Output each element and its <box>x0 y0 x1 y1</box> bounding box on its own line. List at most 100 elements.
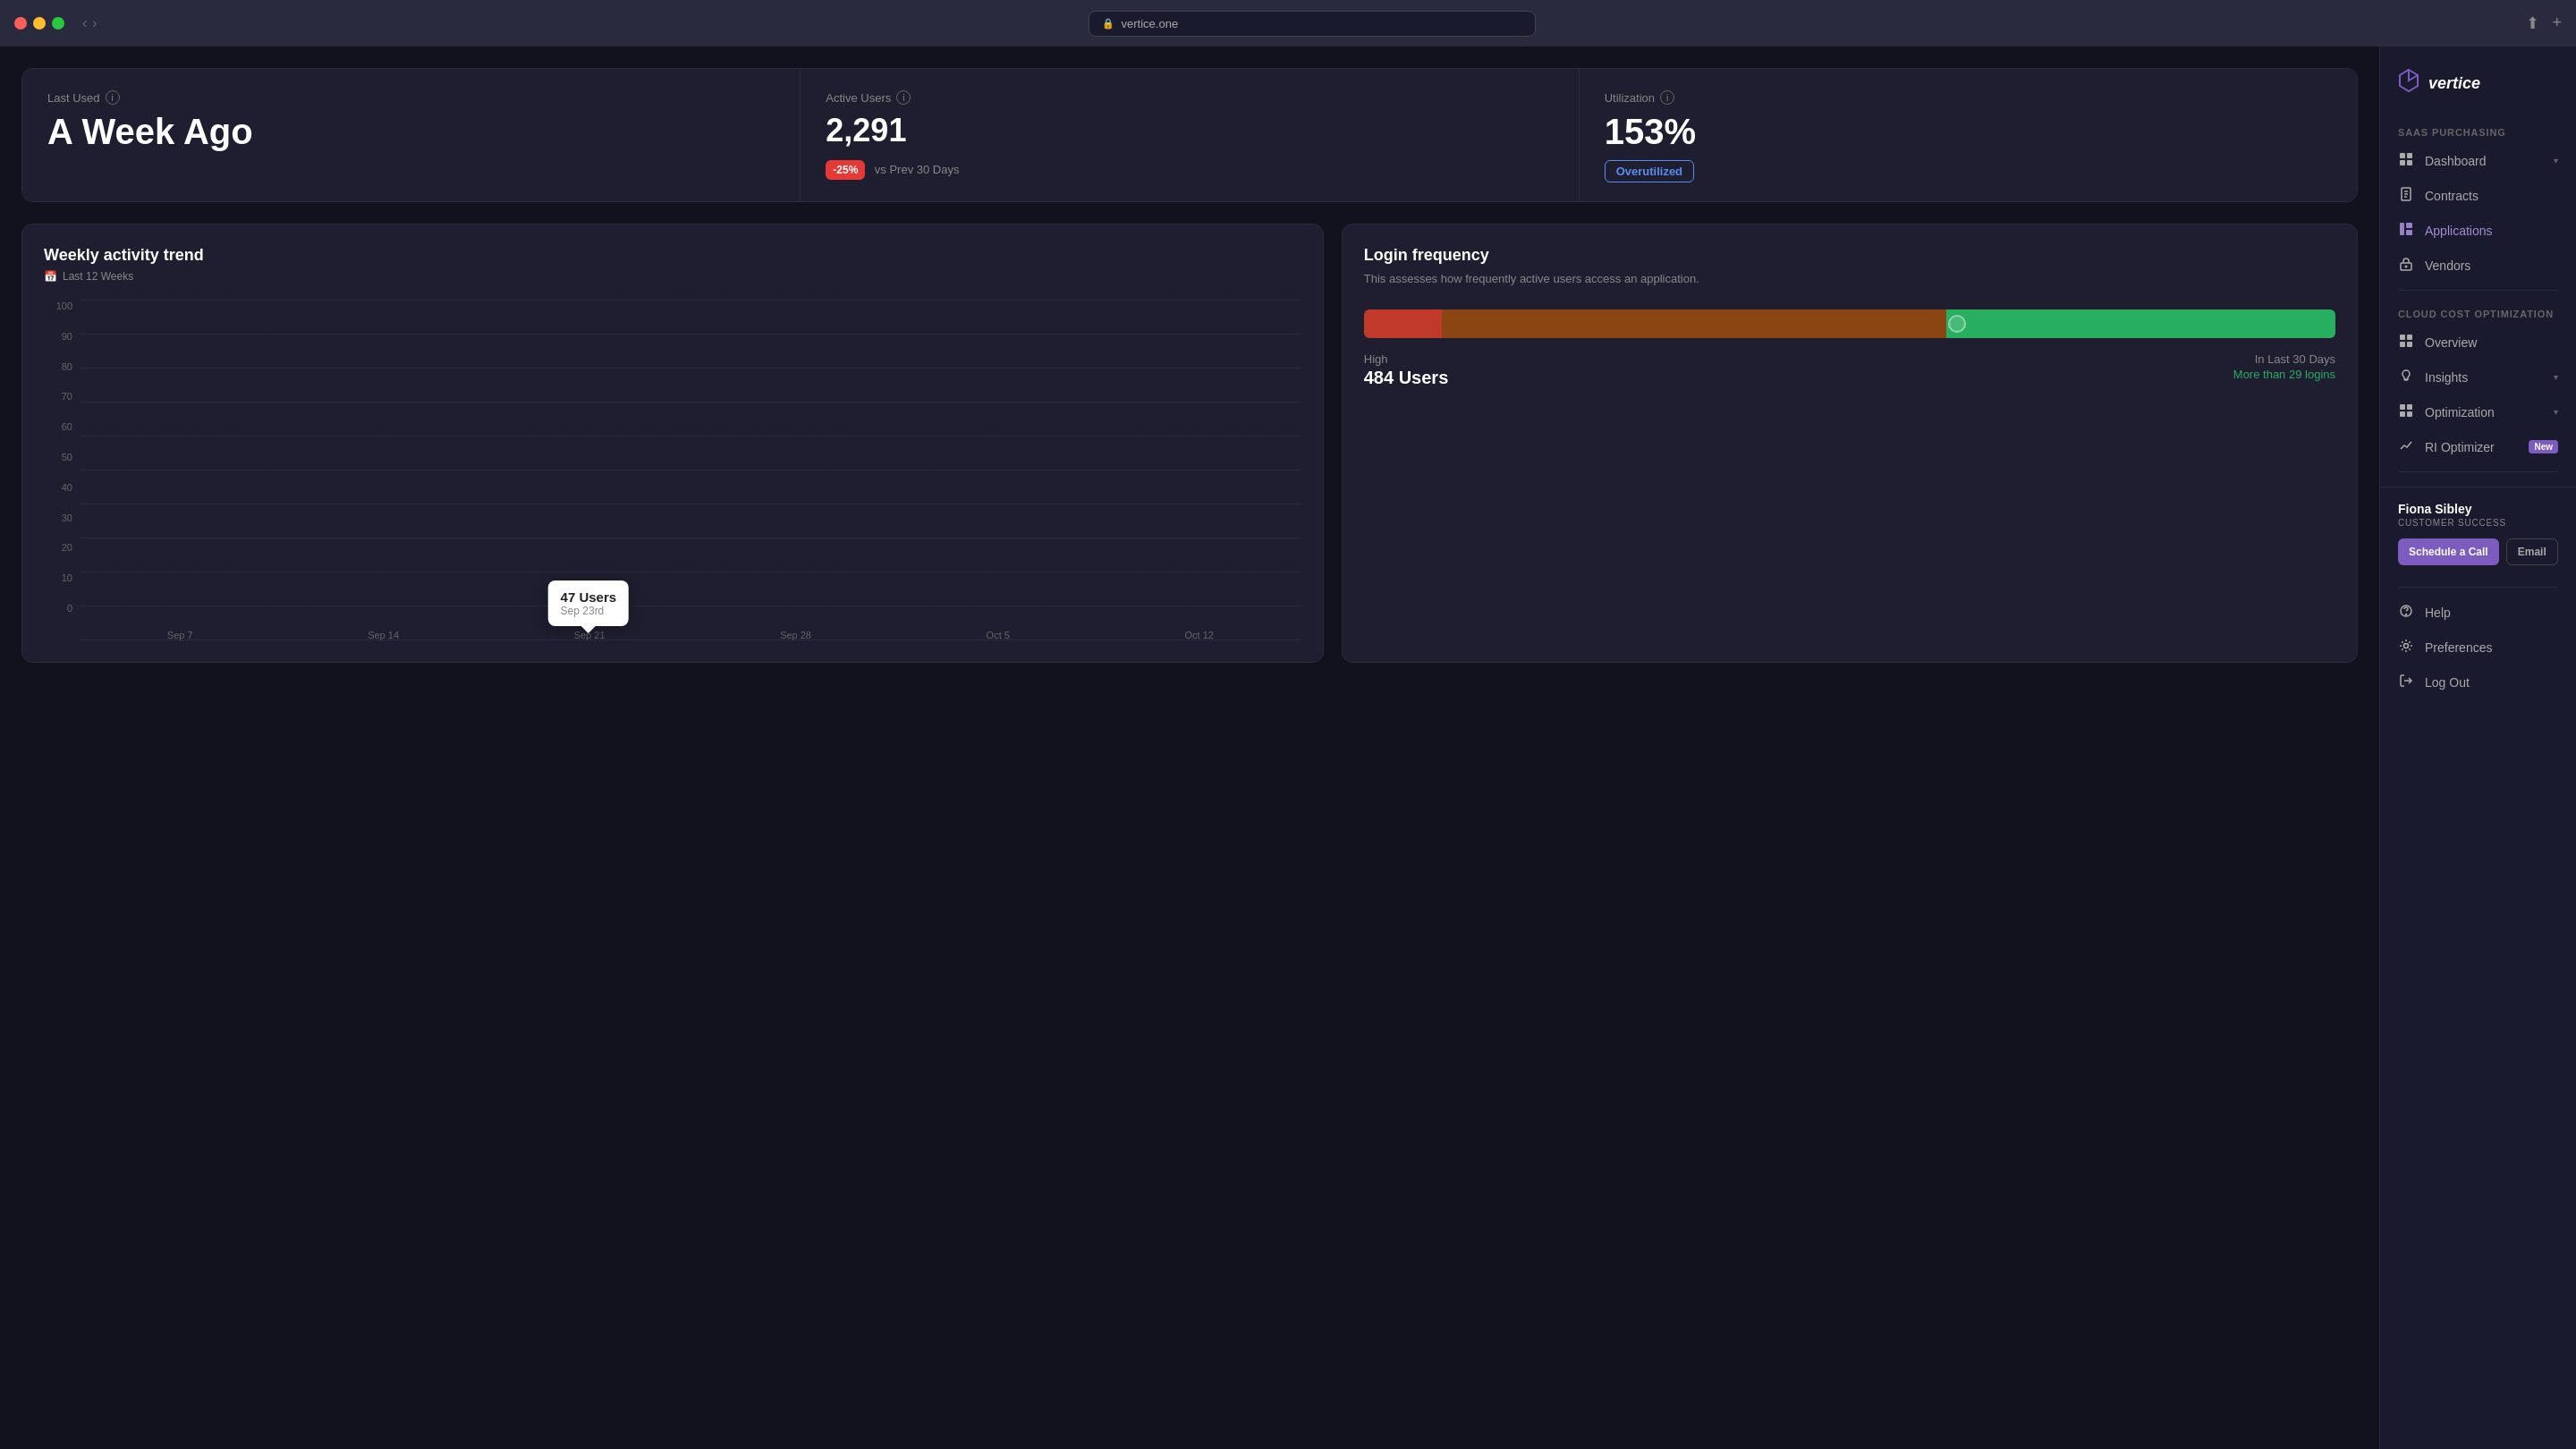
ri-optimizer-icon <box>2398 438 2414 455</box>
x-label-sep21: Sep 21 <box>574 630 606 640</box>
chart-container: 100 90 80 70 60 50 40 30 20 10 0 <box>44 301 1301 640</box>
utilization-value: 153% <box>1605 112 2332 152</box>
sidebar-item-optimization[interactable]: Optimization ▾ <box>2380 394 2576 429</box>
x-axis: Sep 7 Sep 14 Sep 21 Sep 28 Oct 5 Oct 12 <box>80 630 1301 640</box>
sidebar-item-contracts-label: Contracts <box>2425 189 2558 203</box>
help-icon <box>2398 604 2414 621</box>
sidebar-item-insights[interactable]: Insights ▾ <box>2380 360 2576 394</box>
svg-point-23 <box>2406 614 2407 615</box>
insights-icon <box>2398 369 2414 386</box>
sidebar-item-dashboard[interactable]: Dashboard ▾ <box>2380 143 2576 178</box>
sidebar-item-preferences-label: Preferences <box>2425 640 2558 655</box>
stats-row: Last Used i A Week Ago Active Users i 2,… <box>21 68 2358 202</box>
svg-rect-13 <box>2400 335 2405 340</box>
active-users-card: Active Users i 2,291 -25% vs Prev 30 Day… <box>801 69 1579 201</box>
insights-chevron: ▾ <box>2554 372 2558 382</box>
optimization-icon <box>2398 403 2414 420</box>
sidebar-item-logout[interactable]: Log Out <box>2380 665 2576 699</box>
minimize-button[interactable] <box>33 17 46 30</box>
new-tab-icon[interactable]: + <box>2552 13 2562 33</box>
freq-segment-red <box>1364 309 1442 338</box>
sidebar-divider-2 <box>2398 471 2558 472</box>
svg-rect-19 <box>2407 404 2412 410</box>
utilization-card: Utilization i 153% Overutilized <box>1580 69 2357 201</box>
svg-rect-0 <box>2400 153 2405 158</box>
svg-rect-2 <box>2400 160 2405 165</box>
sidebar-item-applications-label: Applications <box>2425 224 2558 238</box>
svg-rect-9 <box>2406 223 2412 228</box>
email-button[interactable]: Email <box>2506 538 2558 565</box>
svg-rect-14 <box>2407 335 2412 340</box>
freq-label-period: In Last 30 Days More than 29 logins <box>2233 352 2335 381</box>
forward-arrow[interactable]: › <box>92 15 97 31</box>
x-label-sep14: Sep 14 <box>368 630 399 640</box>
utilization-info-icon[interactable]: i <box>1660 90 1674 105</box>
contact-name: Fiona Sibley <box>2398 502 2558 516</box>
freq-period-value: More than 29 logins <box>2233 368 2335 381</box>
frequency-bar[interactable] <box>1364 309 2335 338</box>
freq-labels: High 484 Users In Last 30 Days More than… <box>1364 352 2335 388</box>
calendar-icon: 📅 <box>44 270 57 283</box>
sidebar-item-vendors-label: Vendors <box>2425 258 2558 273</box>
dashboard-icon <box>2398 152 2414 169</box>
close-button[interactable] <box>14 17 27 30</box>
schedule-call-button[interactable]: Schedule a Call <box>2398 538 2499 565</box>
vertice-logo-icon <box>2398 68 2419 98</box>
active-users-info-icon[interactable]: i <box>896 90 911 105</box>
sidebar-item-ri-optimizer[interactable]: RI Optimizer New <box>2380 429 2576 464</box>
sidebar-item-ri-optimizer-label: RI Optimizer <box>2425 440 2518 454</box>
preferences-icon <box>2398 639 2414 656</box>
active-users-label: Active Users i <box>826 90 1553 105</box>
sidebar-item-overview-label: Overview <box>2425 335 2558 350</box>
sidebar-divider-1 <box>2398 290 2558 291</box>
sidebar-item-overview[interactable]: Overview <box>2380 325 2576 360</box>
svg-point-24 <box>2404 644 2409 648</box>
contact-actions: Schedule a Call Email <box>2398 538 2558 565</box>
x-label-sep7: Sep 7 <box>167 630 193 640</box>
freq-period-label: In Last 30 Days <box>2255 352 2335 366</box>
login-card: Login frequency This assesses how freque… <box>1342 224 2358 663</box>
sidebar-item-vendors[interactable]: Vendors <box>2380 248 2576 283</box>
chart-card: Weekly activity trend 📅 Last 12 Weeks 10… <box>21 224 1324 663</box>
x-label-sep28: Sep 28 <box>780 630 811 640</box>
chart-tooltip: 47 Users Sep 23rd <box>548 580 630 626</box>
x-label-oct5: Oct 5 <box>987 630 1010 640</box>
active-users-badge-row: -25% vs Prev 30 Days <box>826 160 1553 180</box>
share-icon[interactable]: ⬆ <box>2526 13 2539 33</box>
active-users-badge-suffix: vs Prev 30 Days <box>875 163 960 176</box>
address-bar[interactable]: 🔒 vertice.one <box>1089 11 1536 37</box>
svg-rect-18 <box>2400 404 2405 410</box>
sidebar-item-dashboard-label: Dashboard <box>2425 154 2543 168</box>
svg-rect-21 <box>2407 411 2412 417</box>
tooltip-users: 47 Users <box>561 589 617 605</box>
svg-rect-10 <box>2406 230 2412 235</box>
active-users-badge: -25% <box>826 160 865 180</box>
sidebar-item-contracts[interactable]: Contracts <box>2380 178 2576 213</box>
dashboard-chevron: ▾ <box>2554 156 2558 165</box>
saas-section-title: SaaS Purchasing <box>2380 116 2576 143</box>
utilization-label: Utilization i <box>1605 90 2332 105</box>
sidebar-item-help[interactable]: Help <box>2380 595 2576 630</box>
frequency-bar-container <box>1364 309 2335 338</box>
utilization-badge: Overutilized <box>1605 160 1694 182</box>
freq-category-high: High <box>1364 352 1449 366</box>
freq-label-high: High 484 Users <box>1364 352 1449 388</box>
traffic-lights <box>14 17 64 30</box>
lock-icon: 🔒 <box>1102 18 1114 30</box>
last-used-info-icon[interactable]: i <box>106 90 120 105</box>
login-description: This assesses how frequently active user… <box>1364 270 2335 288</box>
sidebar-item-logout-label: Log Out <box>2425 675 2558 690</box>
svg-rect-20 <box>2400 411 2405 417</box>
maximize-button[interactable] <box>52 17 64 30</box>
last-used-card: Last Used i A Week Ago <box>22 69 801 201</box>
url-text: vertice.one <box>1122 17 1179 30</box>
y-axis: 100 90 80 70 60 50 40 30 20 10 0 <box>44 301 80 614</box>
active-users-value: 2,291 <box>826 112 1553 149</box>
svg-rect-16 <box>2407 342 2412 347</box>
sidebar-item-preferences[interactable]: Preferences <box>2380 630 2576 665</box>
chart-title: Weekly activity trend <box>44 246 1301 265</box>
back-arrow[interactable]: ‹ <box>82 15 87 31</box>
browser-chrome: ‹ › 🔒 vertice.one ⬆ + <box>0 0 2576 47</box>
sidebar-item-applications[interactable]: Applications <box>2380 213 2576 248</box>
browser-actions: ⬆ + <box>2526 13 2562 33</box>
